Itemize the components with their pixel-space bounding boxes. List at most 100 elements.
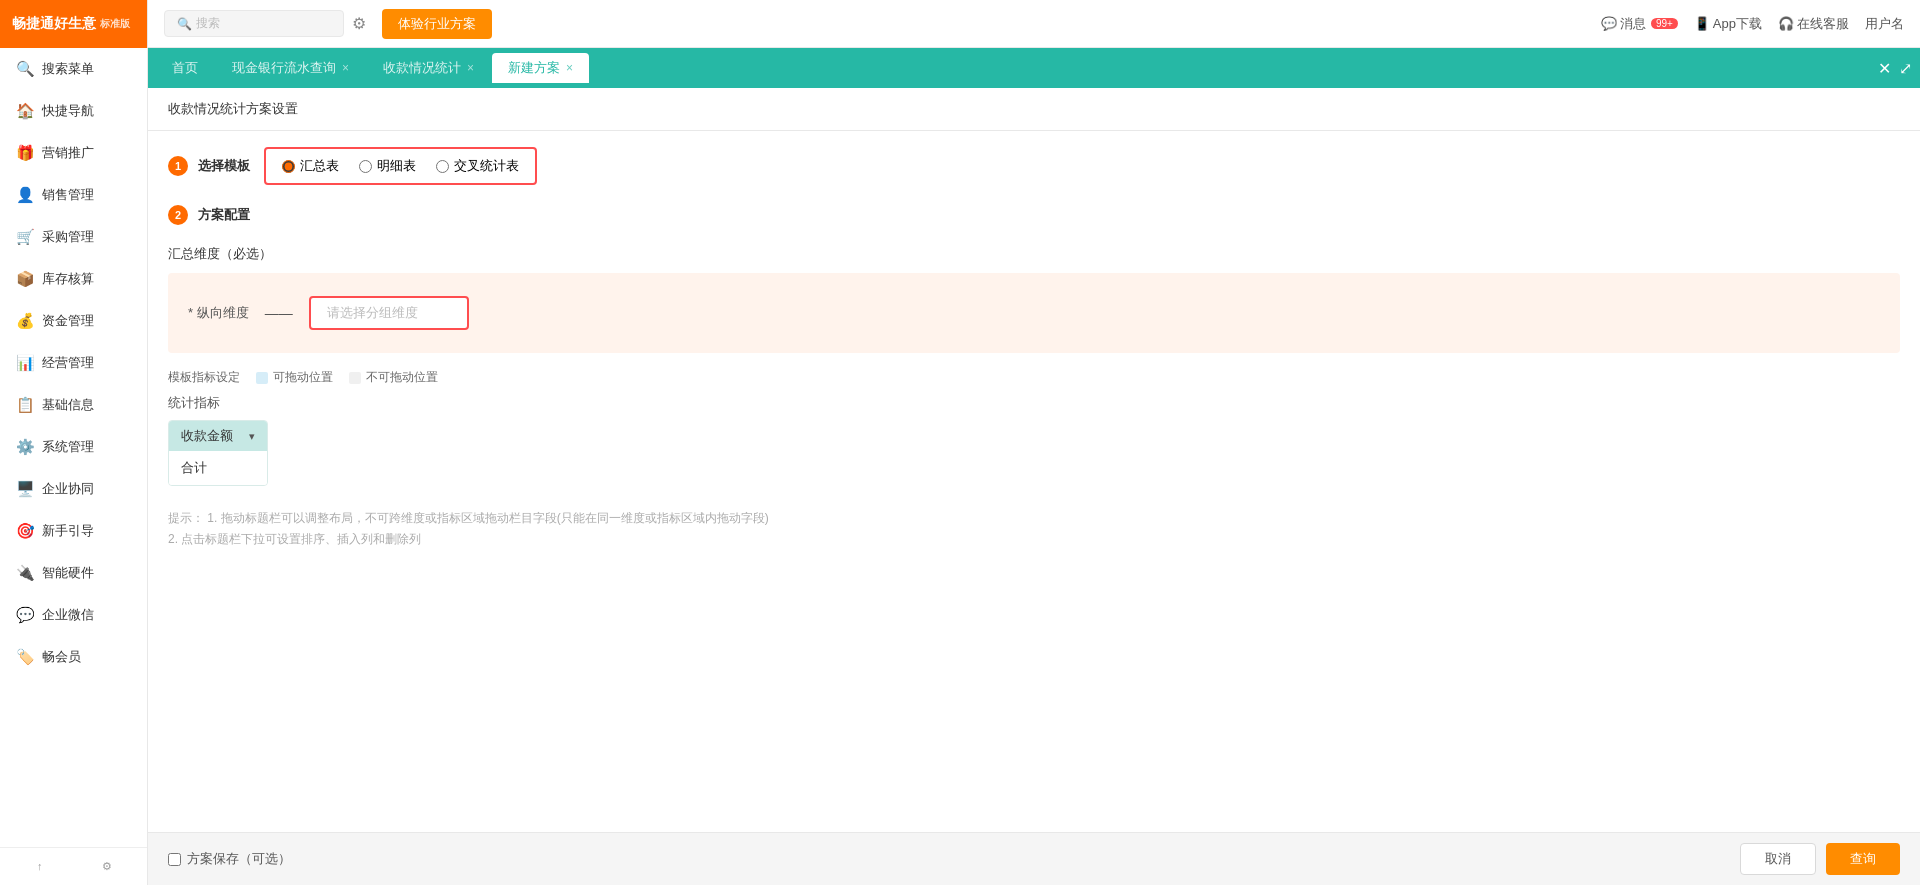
- sidebar-item-purchase[interactable]: 🛒 采购管理: [0, 216, 147, 258]
- sidebar-item-enterprise-wechat[interactable]: 💬 企业微信: [0, 594, 147, 636]
- main-area: 🔍 搜索 ⚙ 体验行业方案 💬 消息 99+ 📱 App下载 🎧 在线客服 用户…: [148, 0, 1920, 885]
- content-area: 1 选择模板 汇总表 明细表 交叉统计表: [148, 131, 1920, 832]
- logo-text: 畅捷通好生意: [12, 15, 96, 33]
- tab-bank-flow[interactable]: 现金银行流水查询 ×: [216, 53, 365, 83]
- enterprise-wechat-icon: 💬: [16, 606, 34, 624]
- metrics-legend: 模板指标设定 可拖动位置 不可拖动位置: [168, 369, 1900, 386]
- metrics-section: 模板指标设定 可拖动位置 不可拖动位置 统计指标 收款金额: [168, 369, 1900, 486]
- sidebar-label-sys-mgmt: 系统管理: [42, 438, 94, 456]
- dimension-area: * 纵向维度 —— 请选择分组维度: [168, 273, 1900, 353]
- sidebar-item-finance[interactable]: 💰 资金管理: [0, 300, 147, 342]
- template-option-crosstab[interactable]: 交叉统计表: [436, 157, 519, 175]
- save-checkbox[interactable]: [168, 853, 181, 866]
- arrow-right-icon: ——: [265, 305, 293, 321]
- query-button[interactable]: 查询: [1826, 843, 1900, 875]
- legend-fixed-label: 不可拖动位置: [366, 369, 438, 386]
- step2-label: 方案配置: [198, 206, 250, 224]
- radio-summary[interactable]: [282, 160, 295, 173]
- tip2: 2. 点击标题栏下拉可设置排序、插入列和删除列: [168, 531, 1900, 548]
- download-icon: 📱: [1694, 16, 1710, 31]
- vertical-dim-label: * 纵向维度: [188, 304, 249, 322]
- tab-receipts-stats[interactable]: 收款情况统计 ×: [367, 53, 490, 83]
- search-menu-icon: 🔍: [16, 60, 34, 78]
- topbar: 🔍 搜索 ⚙ 体验行业方案 💬 消息 99+ 📱 App下载 🎧 在线客服 用户…: [148, 0, 1920, 48]
- metrics-card-body-text: 合计: [181, 460, 207, 475]
- sidebar-item-operations[interactable]: 📊 经营管理: [0, 342, 147, 384]
- tab-new-plan[interactable]: 新建方案 ×: [492, 53, 589, 83]
- sidebar-settings-btn[interactable]: ⚙: [76, 856, 140, 877]
- logo-version: 标准版: [100, 17, 130, 31]
- topbar-search-box[interactable]: 🔍 搜索: [164, 10, 344, 37]
- template-crosstab-label: 交叉统计表: [454, 157, 519, 175]
- operations-icon: 📊: [16, 354, 34, 372]
- vip-icon: 🏷️: [16, 648, 34, 666]
- notification-area[interactable]: 💬 消息 99+: [1601, 15, 1678, 33]
- sidebar: 畅捷通好生意 标准版 🔍 搜索菜单 🏠 快捷导航 🎁 营销推广 👤 销售管理 🛒…: [0, 0, 148, 885]
- purchase-icon: 🛒: [16, 228, 34, 246]
- quick-nav-icon: 🏠: [16, 102, 34, 120]
- tips-section: 提示： 1. 拖动标题栏可以调整布局，不可跨维度或指标区域拖动栏目字段(只能在同…: [168, 510, 1900, 548]
- tab-receipts-stats-close[interactable]: ×: [467, 61, 474, 75]
- tab-close-all-icon[interactable]: ✕: [1878, 59, 1891, 78]
- template-option-detail[interactable]: 明细表: [359, 157, 416, 175]
- tab-home[interactable]: 首页: [156, 53, 214, 83]
- sidebar-label-quick-nav: 快捷导航: [42, 102, 94, 120]
- bottom-bar: 方案保存（可选） 取消 查询: [148, 832, 1920, 885]
- cancel-button[interactable]: 取消: [1740, 843, 1816, 875]
- topbar-search-icon: 🔍: [177, 17, 192, 31]
- sidebar-upgrade-btn[interactable]: ↑: [8, 856, 72, 877]
- legend-draggable: 可拖动位置: [256, 369, 333, 386]
- metrics-card-title: 收款金额: [181, 427, 233, 445]
- topbar-gear-icon[interactable]: ⚙: [352, 14, 366, 33]
- service-label: 在线客服: [1797, 15, 1849, 33]
- sidebar-label-finance: 资金管理: [42, 312, 94, 330]
- legend-fixed: 不可拖动位置: [349, 369, 438, 386]
- marketing-icon: 🎁: [16, 144, 34, 162]
- template-option-summary[interactable]: 汇总表: [282, 157, 339, 175]
- radio-detail[interactable]: [359, 160, 372, 173]
- sidebar-label-beginner: 新手引导: [42, 522, 94, 540]
- sidebar-bottom: ↑ ⚙: [0, 847, 147, 885]
- inventory-icon: 📦: [16, 270, 34, 288]
- sidebar-label-vip: 畅会员: [42, 648, 81, 666]
- sidebar-item-quick-nav[interactable]: 🏠 快捷导航: [0, 90, 147, 132]
- dimension-placeholder: 请选择分组维度: [327, 305, 418, 320]
- sidebar-item-search-menu[interactable]: 🔍 搜索菜单: [0, 48, 147, 90]
- sys-mgmt-icon: ⚙️: [16, 438, 34, 456]
- step2-num: 2: [168, 205, 188, 225]
- tab-bank-flow-close[interactable]: ×: [342, 61, 349, 75]
- radio-crosstab[interactable]: [436, 160, 449, 173]
- tab-new-plan-close[interactable]: ×: [566, 61, 573, 75]
- headset-icon: 🎧: [1778, 16, 1794, 31]
- notification-label: 消息: [1620, 15, 1646, 33]
- sidebar-item-smart-hw[interactable]: 🔌 智能硬件: [0, 552, 147, 594]
- app-logo: 畅捷通好生意 标准版: [0, 0, 147, 48]
- sidebar-item-beginner[interactable]: 🎯 新手引导: [0, 510, 147, 552]
- sidebar-item-inventory[interactable]: 📦 库存核算: [0, 258, 147, 300]
- tab-expand-icon[interactable]: ⤢: [1899, 59, 1912, 78]
- sidebar-item-base-info[interactable]: 📋 基础信息: [0, 384, 147, 426]
- industry-btn[interactable]: 体验行业方案: [382, 9, 492, 39]
- tab-new-plan-label: 新建方案: [508, 59, 560, 77]
- sidebar-item-sales[interactable]: 👤 销售管理: [0, 174, 147, 216]
- notification-badge: 99+: [1651, 18, 1678, 29]
- bottom-right-btns: 取消 查询: [1740, 843, 1900, 875]
- sidebar-label-inventory: 库存核算: [42, 270, 94, 288]
- topbar-right: 💬 消息 99+ 📱 App下载 🎧 在线客服 用户名: [1601, 15, 1904, 33]
- service-area[interactable]: 🎧 在线客服: [1778, 15, 1849, 33]
- save-label: 方案保存（可选）: [187, 850, 291, 868]
- dimension-title: 汇总维度（必选）: [168, 245, 1900, 263]
- save-option[interactable]: 方案保存（可选）: [168, 850, 291, 868]
- user-name[interactable]: 用户名: [1865, 15, 1904, 33]
- metrics-card-header[interactable]: 收款金额 ▾: [169, 421, 267, 451]
- finance-icon: 💰: [16, 312, 34, 330]
- tab-home-label: 首页: [172, 59, 198, 77]
- sidebar-item-vip[interactable]: 🏷️ 畅会员: [0, 636, 147, 678]
- sidebar-item-sys-mgmt[interactable]: ⚙️ 系统管理: [0, 426, 147, 468]
- sidebar-item-enterprise-collab[interactable]: 🖥️ 企业协同: [0, 468, 147, 510]
- dimension-select[interactable]: 请选择分组维度: [309, 296, 469, 330]
- download-area[interactable]: 📱 App下载: [1694, 15, 1762, 33]
- enterprise-collab-icon: 🖥️: [16, 480, 34, 498]
- sidebar-item-marketing[interactable]: 🎁 营销推广: [0, 132, 147, 174]
- metrics-chevron-icon[interactable]: ▾: [249, 430, 255, 443]
